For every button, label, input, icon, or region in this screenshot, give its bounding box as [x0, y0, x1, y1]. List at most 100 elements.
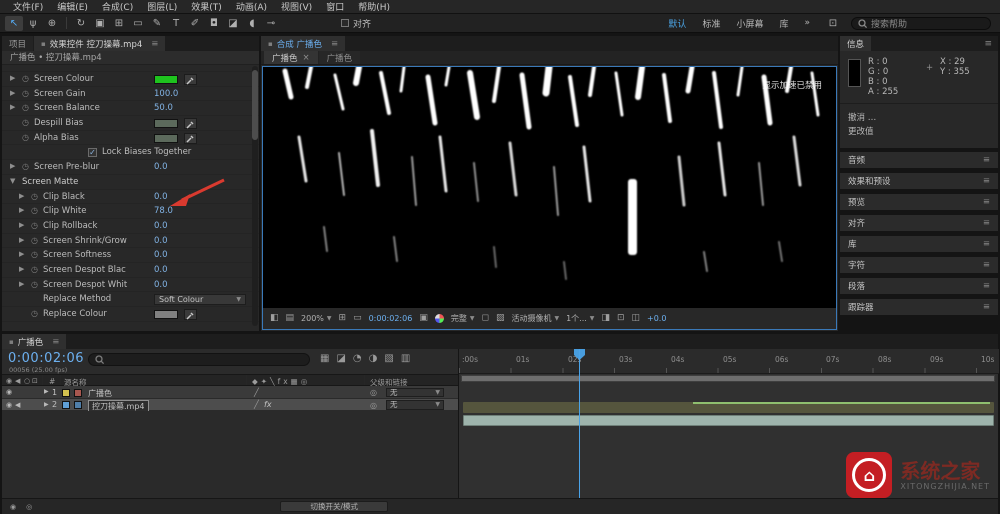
effect-row-alpha-bias[interactable]: ◷ Alpha Bias — [2, 131, 259, 146]
twirl-icon[interactable]: ▶ — [10, 89, 15, 97]
stopwatch-icon[interactable]: ◷ — [31, 309, 38, 318]
tab-info[interactable]: 信息 — [840, 36, 871, 51]
stopwatch-icon[interactable]: ◷ — [22, 74, 29, 83]
mask-visibility-icon[interactable]: ▭ — [353, 313, 362, 323]
snapshot-icon[interactable]: ▣ — [419, 313, 428, 323]
property-value[interactable]: 0.0 — [154, 221, 168, 231]
mini-flowchart-icon[interactable]: ◧ — [270, 313, 279, 323]
menu-item-layer[interactable]: 图层(L) — [140, 0, 184, 13]
effect-row-screen-softness[interactable]: ▶◷ Screen Softness 0.0 — [2, 248, 259, 263]
workspace-default[interactable]: 默认 — [668, 17, 686, 30]
viewer-tab-active[interactable]: 广播色 × — [264, 51, 318, 64]
menu-item-effect[interactable]: 效果(T) — [184, 0, 229, 13]
fx-badge[interactable]: fx — [264, 400, 272, 409]
panel-libraries[interactable]: 库≡ — [840, 236, 998, 252]
menu-item-animation[interactable]: 动画(A) — [229, 0, 274, 13]
scrollbar[interactable] — [252, 66, 258, 326]
property-value[interactable]: 0.0 — [154, 236, 168, 246]
timeline-search-input[interactable] — [88, 353, 310, 366]
panel-menu-icon[interactable]: ≡ — [983, 155, 990, 165]
twirl-icon[interactable]: ▶ — [19, 236, 24, 244]
current-timecode[interactable]: 0:00:02:06 — [8, 351, 84, 366]
effect-row-screen-despot-black[interactable]: ▶◷ Screen Despot Blac 0.0 — [2, 263, 259, 278]
stopwatch-icon[interactable]: ◷ — [31, 236, 38, 245]
tab-composition[interactable]: ▪ 合成 广播色 ≡ — [261, 36, 345, 51]
timeline-button-icon[interactable]: ◫ — [631, 313, 640, 323]
menu-item-view[interactable]: 视图(V) — [274, 0, 319, 13]
quality-switch-icon[interactable]: ╱ — [254, 388, 259, 397]
tab-timeline-comp[interactable]: ▪ 广播色 ≡ — [2, 334, 66, 349]
panel-tracker[interactable]: 跟踪器≡ — [840, 299, 998, 315]
effect-row-despill-bias[interactable]: ◷ Despill Bias — [2, 116, 259, 131]
exposure-value[interactable]: +0.0 — [647, 314, 666, 323]
twirl-icon[interactable]: ▶ — [19, 280, 24, 288]
menu-item-window[interactable]: 窗口 — [319, 0, 351, 13]
stopwatch-icon[interactable]: ◷ — [31, 280, 38, 289]
despill-bias-swatch[interactable] — [154, 119, 178, 128]
lock-biases-checkbox[interactable]: ✓ — [88, 148, 97, 157]
stopwatch-icon[interactable]: ◷ — [31, 192, 38, 201]
effect-row-screen-preblur[interactable]: ▶◷ Screen Pre-blur 0.0 — [2, 160, 259, 175]
stopwatch-icon[interactable]: ◷ — [22, 89, 29, 98]
stopwatch-icon[interactable]: ◷ — [31, 265, 38, 274]
stopwatch-icon[interactable]: ◷ — [31, 221, 38, 230]
tab-effect-controls[interactable]: ▪ 效果控件 控刀操幕.mp4 ≡ — [34, 36, 165, 51]
selection-tool[interactable]: ↖ — [5, 16, 23, 31]
twirl-icon[interactable]: ▶ — [19, 192, 24, 200]
layer-label-chip[interactable] — [62, 401, 70, 409]
align-checkbox[interactable] — [341, 19, 349, 27]
live-update-icon[interactable]: ◎ — [26, 503, 32, 511]
rotate-tool[interactable]: ↻ — [72, 16, 90, 31]
viewer-tab-inactive[interactable]: 广播色 — [319, 51, 361, 64]
panel-paragraph[interactable]: 段落≡ — [840, 278, 998, 294]
effect-row-screen-balance[interactable]: ▶◷ Screen Balance 50.0 — [2, 101, 259, 116]
work-area-bar[interactable] — [461, 375, 995, 382]
pan-behind-tool[interactable]: ⊞ — [110, 16, 128, 31]
panel-menu-icon[interactable]: ≡ — [983, 239, 990, 249]
twirl-icon[interactable]: ▶ — [10, 103, 15, 111]
comp-mini-flowchart-icon[interactable]: ▦ — [320, 353, 329, 364]
region-of-interest-icon[interactable]: ◻ — [481, 313, 488, 323]
preview-timecode[interactable]: 0:00:02:06 — [369, 314, 413, 323]
panel-menu-icon[interactable]: ≡ — [983, 218, 990, 228]
roto-brush-tool[interactable]: ◖ — [243, 16, 261, 31]
stopwatch-icon[interactable]: ◷ — [22, 162, 29, 171]
show-channel-icon[interactable] — [435, 314, 444, 323]
effect-row-lock-biases[interactable]: ✓ Lock Biases Together — [2, 145, 259, 160]
pen-tool[interactable]: ✎ — [148, 16, 166, 31]
panel-menu-icon[interactable]: ≡ — [983, 302, 990, 312]
eyedropper-icon[interactable] — [184, 74, 197, 85]
draft-3d-icon[interactable]: ◪ — [336, 353, 345, 364]
twirl-down-icon[interactable]: ▼ — [10, 177, 15, 185]
stopwatch-icon[interactable]: ◷ — [22, 133, 29, 142]
transparency-grid-icon[interactable]: ▨ — [496, 313, 505, 323]
shape-tool[interactable]: ▭ — [129, 16, 147, 31]
twirl-icon[interactable]: ▶ — [19, 265, 24, 273]
menu-item-file[interactable]: 文件(F) — [6, 0, 50, 13]
effect-row-screen-colour[interactable]: ▶◷ Screen Colour — [2, 72, 259, 87]
eyedropper-icon[interactable] — [184, 133, 197, 144]
panel-menu-icon[interactable]: ≡ — [151, 39, 158, 49]
panel-menu-icon[interactable]: ≡ — [983, 176, 990, 186]
stopwatch-icon[interactable]: ◷ — [31, 206, 38, 215]
tab-project[interactable]: 项目 — [2, 36, 33, 51]
playhead-line[interactable] — [579, 349, 580, 498]
property-value[interactable]: 0.0 — [154, 162, 168, 172]
help-search-input[interactable]: 搜索帮助 — [851, 17, 991, 30]
effect-row-screen-gain[interactable]: ▶◷ Screen Gain 100.0 — [2, 87, 259, 102]
twirl-icon[interactable]: ▶ — [10, 162, 15, 170]
brush-tool[interactable]: ✐ — [186, 16, 204, 31]
workspace-bar-icon[interactable]: ⊡ — [824, 16, 842, 31]
property-value[interactable]: 0.0 — [154, 265, 168, 275]
resolution-dropdown[interactable]: 完整▼ — [451, 313, 475, 324]
twirl-icon[interactable]: ▶ — [44, 401, 49, 408]
eye-icon[interactable]: ◉ — [6, 401, 12, 409]
eye-icon[interactable]: ◉ — [6, 388, 12, 396]
stopwatch-icon[interactable]: ◷ — [22, 103, 29, 112]
eraser-tool[interactable]: ◪ — [224, 16, 242, 31]
alpha-bias-swatch[interactable] — [154, 134, 178, 143]
screen-layout-icon[interactable]: ▤ — [286, 313, 295, 323]
frame-blending-icon[interactable]: ◑ — [369, 353, 378, 364]
stopwatch-icon[interactable]: ◷ — [22, 118, 29, 127]
menu-item-help[interactable]: 帮助(H) — [351, 0, 397, 13]
